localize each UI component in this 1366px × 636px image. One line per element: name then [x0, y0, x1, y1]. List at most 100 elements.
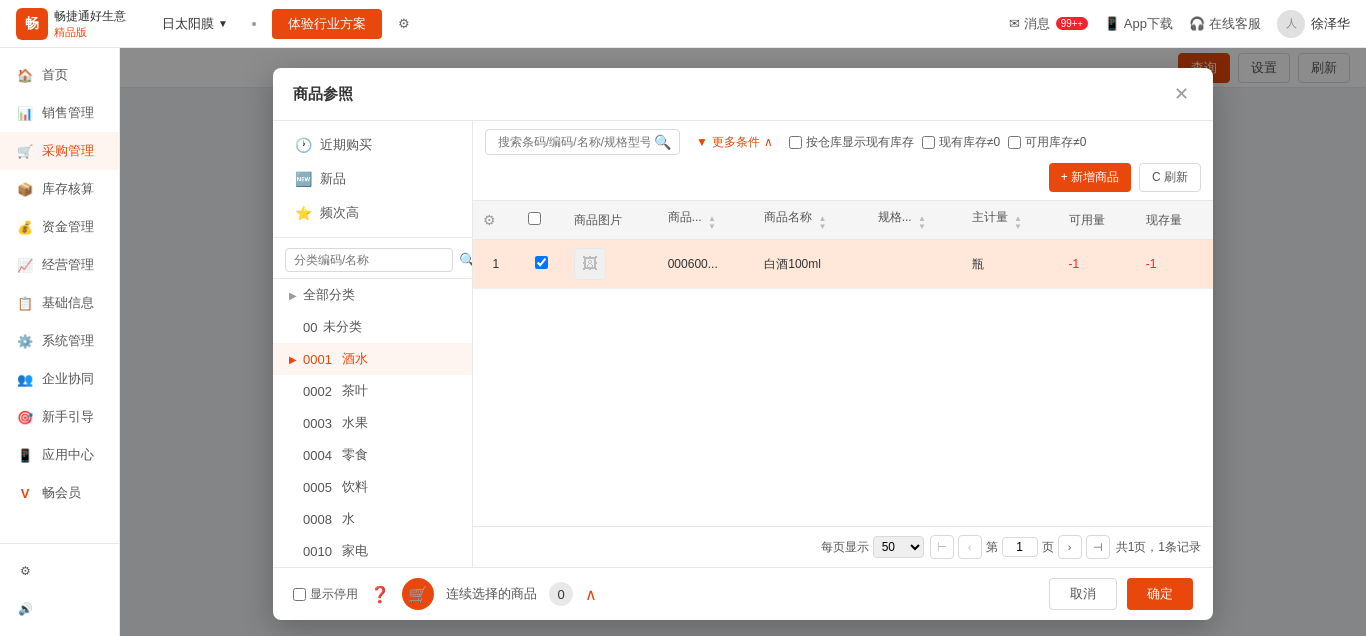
available-nonzero-checkbox[interactable] — [1008, 136, 1021, 149]
help-icon[interactable]: ❓ — [370, 585, 390, 604]
nav-right: ✉ 消息 99++ 📱 App下载 🎧 在线客服 人 徐泽华 — [1009, 10, 1350, 38]
col-checkbox — [518, 201, 563, 240]
left-panel-tabs: 🕐 近期购买 🆕 新品 ⭐ 频次高 — [273, 121, 472, 233]
sidebar-item-inventory[interactable]: 📦 库存核算 — [0, 170, 119, 208]
category-alcohol[interactable]: ▶ 0001 酒水 — [273, 343, 472, 375]
category-code-tea: 0002 — [303, 384, 332, 399]
sidebar-item-system[interactable]: ⚙️ 系统管理 — [0, 322, 119, 360]
category-code-drinks: 0005 — [303, 480, 332, 495]
page-number-input[interactable] — [1002, 537, 1038, 557]
warehouse-stock-checkbox[interactable] — [789, 136, 802, 149]
table-toolbar: 🔍 ▼ 更多条件 ∧ 按仓库显示现有库存 — [473, 121, 1213, 201]
row-checkbox[interactable] — [535, 256, 548, 269]
avatar: 人 — [1277, 10, 1305, 38]
cancel-btn[interactable]: 取消 — [1049, 578, 1117, 610]
expand-icon: ▶ — [289, 290, 297, 301]
dialog-title: 商品参照 — [293, 85, 353, 104]
expand-cart-icon[interactable]: ∧ — [585, 585, 597, 604]
tab-frequent[interactable]: ⭐ 频次高 — [285, 197, 460, 229]
settings-icon[interactable]: ⚙ — [394, 12, 414, 35]
online-service-btn[interactable]: 🎧 在线客服 — [1189, 15, 1261, 33]
available-nonzero-checkbox-label[interactable]: 可用库存≠0 — [1008, 134, 1086, 151]
sidebar-item-purchase[interactable]: 🛒 采购管理 — [0, 132, 119, 170]
category-appliance[interactable]: 0010 家电 — [273, 535, 472, 567]
product-img-placeholder: 🖼 — [582, 255, 598, 273]
nonzero-stock-checkbox[interactable] — [922, 136, 935, 149]
col-name[interactable]: 商品名称 ▲▼ — [754, 201, 867, 240]
sidebar-item-sales[interactable]: 📊 销售管理 — [0, 94, 119, 132]
inventory-icon: 📦 — [16, 180, 34, 198]
message-badge: 99++ — [1056, 17, 1088, 30]
sidebar-item-collaboration[interactable]: 👥 企业协同 — [0, 360, 119, 398]
app-download-btn[interactable]: 📱 App下载 — [1104, 15, 1173, 33]
product-search-icon[interactable]: 🔍 — [654, 134, 671, 150]
experience-btn[interactable]: 体验行业方案 — [272, 9, 382, 39]
logo-text: 畅捷通好生意 精品版 — [54, 8, 126, 40]
sidebar-item-guide[interactable]: 🎯 新手引导 — [0, 398, 119, 436]
col-settings[interactable]: ⚙ — [473, 201, 518, 240]
product-search-input[interactable] — [494, 130, 654, 154]
dialog-action-btns: 取消 确定 — [1049, 578, 1193, 610]
category-search-input[interactable] — [285, 248, 453, 272]
main-layout: 🏠 首页 📊 销售管理 🛒 采购管理 📦 库存核算 💰 资金管理 📈 经营管理 … — [0, 48, 1366, 636]
first-page-btn[interactable]: ⊢ — [930, 535, 954, 559]
table-settings-icon[interactable]: ⚙ — [483, 212, 496, 228]
category-search-icon[interactable]: 🔍 — [459, 252, 473, 268]
sidebar-item-app-center[interactable]: 📱 应用中心 — [0, 436, 119, 474]
sidebar-item-operations[interactable]: 📈 经营管理 — [0, 246, 119, 284]
row-code-cell: 000600... — [658, 240, 755, 289]
category-tea[interactable]: 0002 茶叶 — [273, 375, 472, 407]
messages-btn[interactable]: ✉ 消息 99++ — [1009, 15, 1088, 33]
next-page-btn[interactable]: › — [1058, 535, 1082, 559]
col-available[interactable]: 可用量 — [1059, 201, 1136, 240]
cart-label: 连续选择的商品 — [446, 585, 537, 603]
category-drinks[interactable]: 0005 饮料 — [273, 471, 472, 503]
sidebar-item-finance[interactable]: 💰 资金管理 — [0, 208, 119, 246]
row-unit-cell: 瓶 — [962, 240, 1059, 289]
nonzero-stock-checkbox-label[interactable]: 现有库存≠0 — [922, 134, 1000, 151]
per-page-select[interactable]: 50 100 200 — [873, 536, 924, 558]
show-disabled-checkbox[interactable] — [293, 588, 306, 601]
tab-new-products[interactable]: 🆕 新品 — [285, 163, 460, 195]
sidebar-item-home[interactable]: 🏠 首页 — [0, 56, 119, 94]
warehouse-stock-checkbox-label[interactable]: 按仓库显示现有库存 — [789, 134, 914, 151]
cart-btn[interactable]: 🛒 — [402, 578, 434, 610]
category-unclassified[interactable]: 00 未分类 — [273, 311, 472, 343]
category-snacks[interactable]: 0004 零食 — [273, 439, 472, 471]
last-page-btn[interactable]: ⊣ — [1086, 535, 1110, 559]
col-stock[interactable]: 现存量 — [1136, 201, 1213, 240]
content-area: 查询 设置 刷新 商品参照 ✕ 🕐 — [120, 48, 1366, 636]
col-unit[interactable]: 主计量 ▲▼ — [962, 201, 1059, 240]
sidebar-item-settings[interactable]: ⚙ — [0, 552, 119, 590]
add-product-btn[interactable]: + 新增商品 — [1049, 163, 1131, 192]
dropdown-arrow-icon: ▼ — [218, 18, 228, 29]
dialog-footer: 显示停用 ❓ 🛒 连续选择的商品 0 ∧ 取消 确定 — [273, 567, 1213, 620]
category-water[interactable]: 0008 水 — [273, 503, 472, 535]
col-code[interactable]: 商品... ▲▼ — [658, 201, 755, 240]
table-row[interactable]: 1 🖼 000600... 白酒100ml — [473, 240, 1213, 289]
user-area[interactable]: 人 徐泽华 — [1277, 10, 1350, 38]
dialog-close-btn[interactable]: ✕ — [1169, 82, 1193, 106]
category-all[interactable]: ▶ 全部分类 — [273, 279, 472, 311]
finance-icon: 💰 — [16, 218, 34, 236]
prev-page-btn[interactable]: ‹ — [958, 535, 982, 559]
recent-icon: 🕐 — [295, 137, 312, 153]
sort-name-icon: ▲▼ — [819, 215, 827, 231]
category-fruit[interactable]: 0003 水果 — [273, 407, 472, 439]
store-selector[interactable]: 日太阳膜 ▼ — [154, 11, 236, 37]
sidebar-item-basic-info[interactable]: 📋 基础信息 — [0, 284, 119, 322]
select-all-checkbox[interactable] — [528, 212, 541, 225]
dialog-body: 🕐 近期购买 🆕 新品 ⭐ 频次高 — [273, 121, 1213, 567]
row-stock-cell: -1 — [1136, 240, 1213, 289]
col-spec[interactable]: 规格... ▲▼ — [868, 201, 962, 240]
sidebar-item-sound[interactable]: 🔊 — [0, 590, 119, 628]
tab-recent-purchase[interactable]: 🕐 近期购买 — [285, 129, 460, 161]
more-filters-btn[interactable]: ▼ 更多条件 ∧ — [688, 130, 781, 155]
row-num: 1 — [473, 240, 518, 289]
refresh-table-btn[interactable]: C 刷新 — [1139, 163, 1201, 192]
confirm-btn[interactable]: 确定 — [1127, 578, 1193, 610]
show-disabled-label[interactable]: 显示停用 — [293, 586, 358, 603]
sidebar-item-vip[interactable]: V 畅会员 — [0, 474, 119, 512]
row-checkbox-cell[interactable] — [518, 240, 563, 289]
col-image: 商品图片 — [564, 201, 658, 240]
